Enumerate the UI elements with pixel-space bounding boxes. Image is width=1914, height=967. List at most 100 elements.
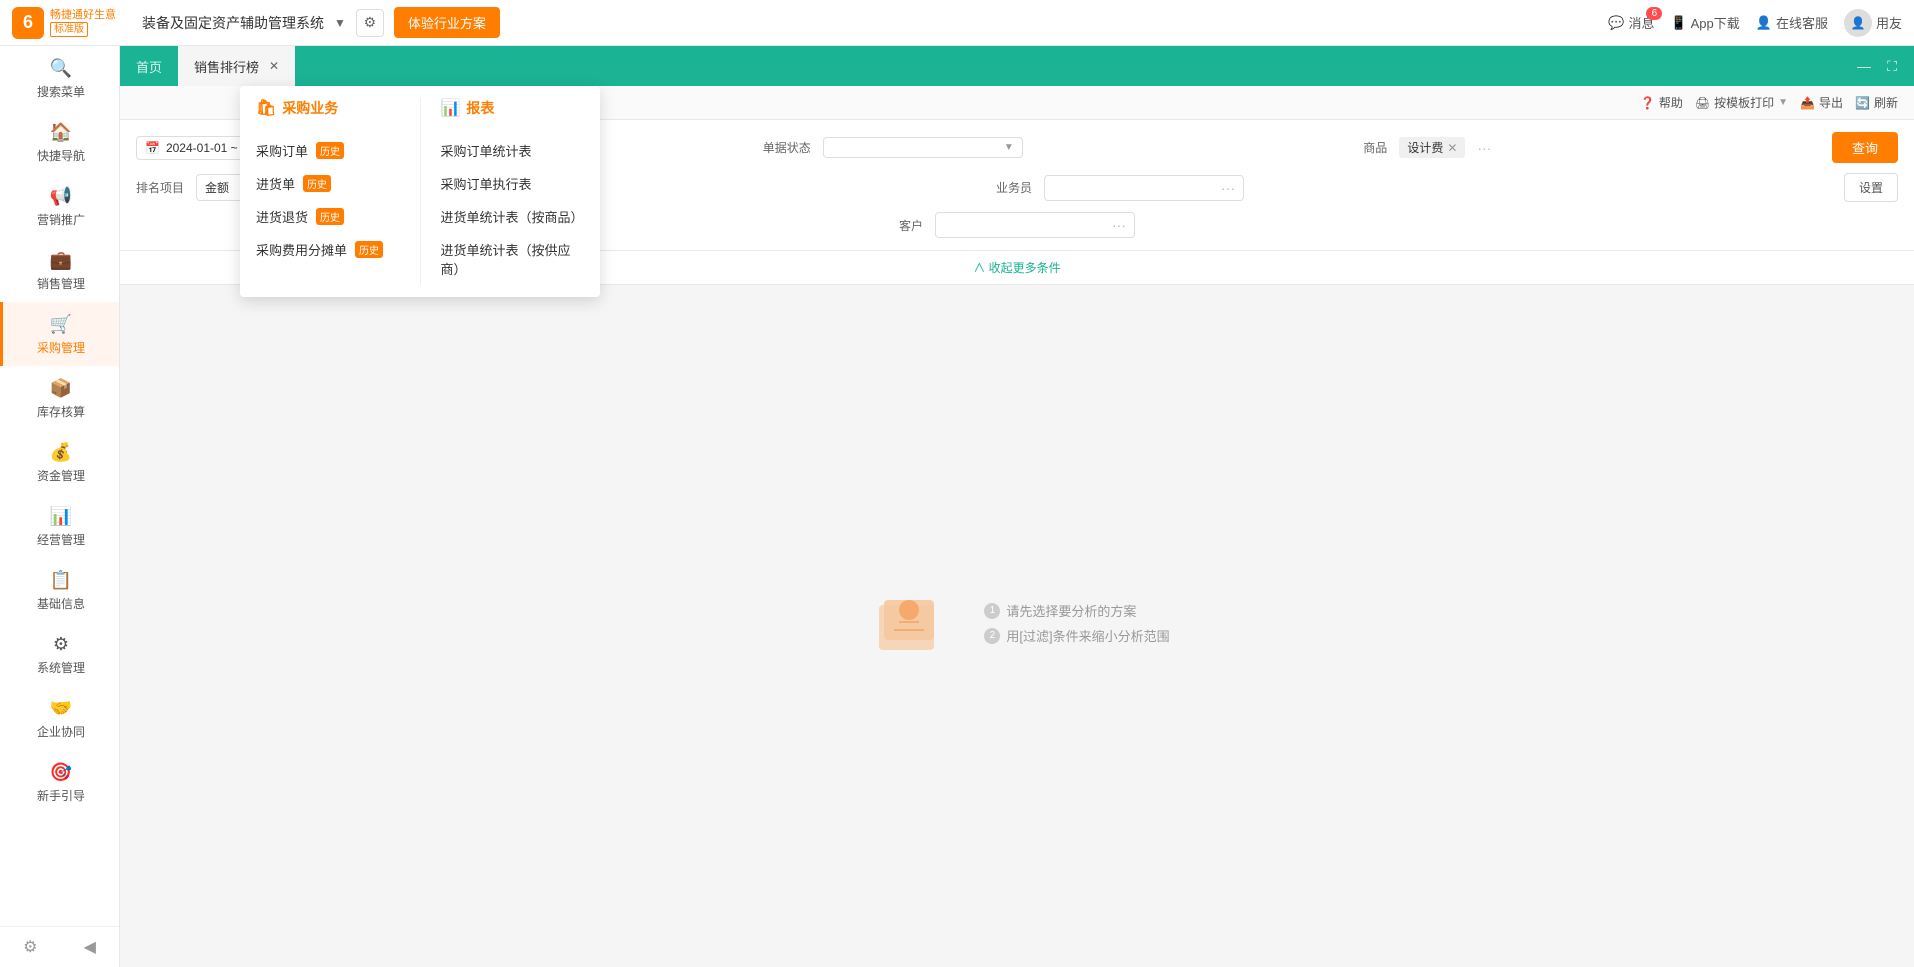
logo-text: 畅捷通好生意 标准版 <box>50 8 116 37</box>
voucher-status-select[interactable]: ▼ <box>823 137 1023 158</box>
export-icon: 📤 <box>1800 96 1815 110</box>
finance-icon: 💰 <box>50 442 72 463</box>
sidebar-item-enterprise[interactable]: 🤝 企业协同 <box>0 686 119 750</box>
tab-close-icon[interactable]: ✕ <box>269 59 279 73</box>
tip-num-2: 2 <box>984 628 1000 644</box>
service-button[interactable]: 👤 在线客服 <box>1756 13 1828 32</box>
top-header: 6 畅捷通好生意 标准版 装备及固定资产辅助管理系统 ▼ ⚙ 体验行业方案 💬 … <box>0 0 1914 46</box>
dropdown-col-purchase: 🛍 采购业务 采购订单 历史 进货单 历史 进货退货 <box>240 98 416 285</box>
sidebar-item-quick-nav[interactable]: 🏠 快捷导航 <box>0 110 119 174</box>
empty-illustration <box>864 580 954 673</box>
tab-actions: — ⛶ <box>1852 54 1914 78</box>
help-icon: ❓ <box>1640 96 1655 110</box>
industry-button[interactable]: 体验行业方案 <box>394 7 500 38</box>
collapse-icon: ∧ <box>973 261 985 275</box>
goods-tag: 设计费 ✕ <box>1399 137 1465 158</box>
sidebar-item-search[interactable]: 🔍 搜索菜单 <box>0 46 119 110</box>
home-icon: 🏠 <box>50 122 72 143</box>
basic-info-icon: 📋 <box>50 570 72 591</box>
user-menu[interactable]: 👤 用友 <box>1844 9 1902 37</box>
sidebar-item-sales[interactable]: 💼 销售管理 <box>0 238 119 302</box>
export-button[interactable]: 📤 导出 <box>1800 94 1843 111</box>
customer-label: 客户 <box>899 217 923 234</box>
dropdown-item-order-stats[interactable]: 采购订单统计表 <box>441 134 585 167</box>
sidebar-item-system[interactable]: ⚙ 系统管理 <box>0 622 119 686</box>
dropdown-report-title: 📊 报表 <box>441 98 585 124</box>
tab-sales-rank[interactable]: 销售排行榜 ✕ <box>178 46 295 86</box>
dropdown-overlay: 🛍 采购业务 采购订单 历史 进货单 历史 进货退货 <box>240 86 600 297</box>
dropdown-item-return[interactable]: 进货退货 历史 <box>256 200 400 233</box>
empty-tip-1: 1 请先选择要分析的方案 <box>984 601 1169 620</box>
empty-state: 1 请先选择要分析的方案 2 用[过滤]条件来缩小分析范围 <box>120 285 1914 967</box>
refresh-button[interactable]: 🔄 刷新 <box>1855 94 1898 111</box>
print-chevron-icon: ▼ <box>1778 97 1788 108</box>
sidebar: 🔍 搜索菜单 🏠 快捷导航 📢 营销推广 💼 销售管理 🛒 采购管理 📦 库存核… <box>0 46 120 967</box>
operations-icon: 📊 <box>50 506 72 527</box>
help-button[interactable]: ❓ 帮助 <box>1640 94 1683 111</box>
tab-maximize-icon[interactable]: ⛶ <box>1880 54 1904 78</box>
header-right: 💬 消息 6 📱 App下载 👤 在线客服 👤 用友 <box>1608 9 1902 37</box>
dropdown-menu: 🛍 采购业务 采购订单 历史 进货单 历史 进货退货 <box>240 86 600 297</box>
message-badge: 6 <box>1646 7 1662 20</box>
history-badge-2: 历史 <box>316 208 344 225</box>
enterprise-icon: 🤝 <box>50 698 72 719</box>
system-icon: ⚙ <box>53 634 69 655</box>
dropdown-item-purchase-order[interactable]: 采购订单 历史 <box>256 134 400 167</box>
app-download-button[interactable]: 📱 App下载 <box>1670 13 1739 32</box>
tab-bar: 首页 销售排行榜 ✕ — ⛶ <box>120 46 1914 86</box>
refresh-icon: 🔄 <box>1855 96 1870 110</box>
tip-num-1: 1 <box>984 603 1000 619</box>
sales-icon: 💼 <box>50 250 72 271</box>
tab-home[interactable]: 首页 <box>120 46 178 86</box>
report-col-icon: 📊 <box>441 98 461 118</box>
dropdown-item-order-exec[interactable]: 采购订单执行表 <box>441 167 585 200</box>
salesperson-label: 业务员 <box>996 179 1032 196</box>
sidebar-item-guide[interactable]: 🎯 新手引导 <box>0 750 119 814</box>
dropdown-col-report: 📊 报表 采购订单统计表 采购订单执行表 进货单统计表（按商品） <box>425 98 601 285</box>
print-icon: 🖨 <box>1695 96 1710 110</box>
sidebar-item-finance[interactable]: 💰 资金管理 <box>0 430 119 494</box>
settings-icon[interactable]: ⚙ <box>356 9 384 37</box>
dropdown-item-incoming-stats-goods[interactable]: 进货单统计表（按商品） <box>441 200 585 233</box>
empty-tip-2: 2 用[过滤]条件来缩小分析范围 <box>984 626 1169 645</box>
purchase-icon: 🛒 <box>50 314 72 335</box>
goods-more-icon[interactable]: ··· <box>1477 140 1491 156</box>
logo-area: 6 畅捷通好生意 标准版 <box>12 7 132 39</box>
purchase-col-icon: 🛍 <box>256 98 276 118</box>
customer-select[interactable]: ··· <box>935 212 1135 238</box>
print-button[interactable]: 🖨 按模板打印 ▼ <box>1695 94 1788 111</box>
tab-minimize-icon[interactable]: — <box>1852 54 1876 78</box>
guide-icon: 🎯 <box>50 762 72 783</box>
salesperson-select[interactable]: ··· <box>1044 175 1244 201</box>
dropdown-item-incoming[interactable]: 进货单 历史 <box>256 167 400 200</box>
sidebar-item-basic-info[interactable]: 📋 基础信息 <box>0 558 119 622</box>
query-button[interactable]: 查询 <box>1832 132 1898 163</box>
header-middle: 装备及固定资产辅助管理系统 ▼ ⚙ 体验行业方案 <box>132 7 1608 38</box>
dropdown-columns: 🛍 采购业务 采购订单 历史 进货单 历史 进货退货 <box>240 98 600 285</box>
dropdown-item-expense[interactable]: 采购费用分摊单 历史 <box>256 233 400 266</box>
sidebar-bottom: ⚙ ◀ <box>0 926 119 967</box>
sidebar-item-inventory[interactable]: 📦 库存核算 <box>0 366 119 430</box>
system-name: 装备及固定资产辅助管理系统 <box>142 13 324 33</box>
sidebar-item-marketing[interactable]: 📢 营销推广 <box>0 174 119 238</box>
search-icon: 🔍 <box>50 58 72 79</box>
history-badge-0: 历史 <box>316 142 344 159</box>
dropdown-arrow[interactable]: ▼ <box>334 16 346 30</box>
app-icon: 📱 <box>1670 15 1686 31</box>
sidebar-settings-icon[interactable]: ⚙ <box>23 937 37 957</box>
dropdown-purchase-title: 🛍 采购业务 <box>256 98 400 124</box>
salesperson-more-icon: ··· <box>1221 180 1235 196</box>
dropdown-item-incoming-stats-supplier[interactable]: 进货单统计表（按供应商） <box>441 233 585 285</box>
sidebar-collapse-icon[interactable]: ◀ <box>84 937 96 957</box>
content-area: 首页 销售排行榜 ✕ — ⛶ ❓ 帮助 🖨 按模板打印 ▼ <box>120 46 1914 967</box>
sidebar-item-purchase[interactable]: 🛒 采购管理 <box>0 302 119 366</box>
goods-tag-close[interactable]: ✕ <box>1447 141 1457 155</box>
marketing-icon: 📢 <box>50 186 72 207</box>
message-icon: 💬 <box>1608 15 1624 31</box>
calendar-icon: 📅 <box>145 141 160 155</box>
message-button[interactable]: 💬 消息 6 <box>1608 13 1654 32</box>
customer-more-icon: ··· <box>1112 217 1126 233</box>
service-icon: 👤 <box>1756 15 1772 31</box>
sidebar-item-operations[interactable]: 📊 经营管理 <box>0 494 119 558</box>
setting-button[interactable]: 设置 <box>1844 173 1898 202</box>
